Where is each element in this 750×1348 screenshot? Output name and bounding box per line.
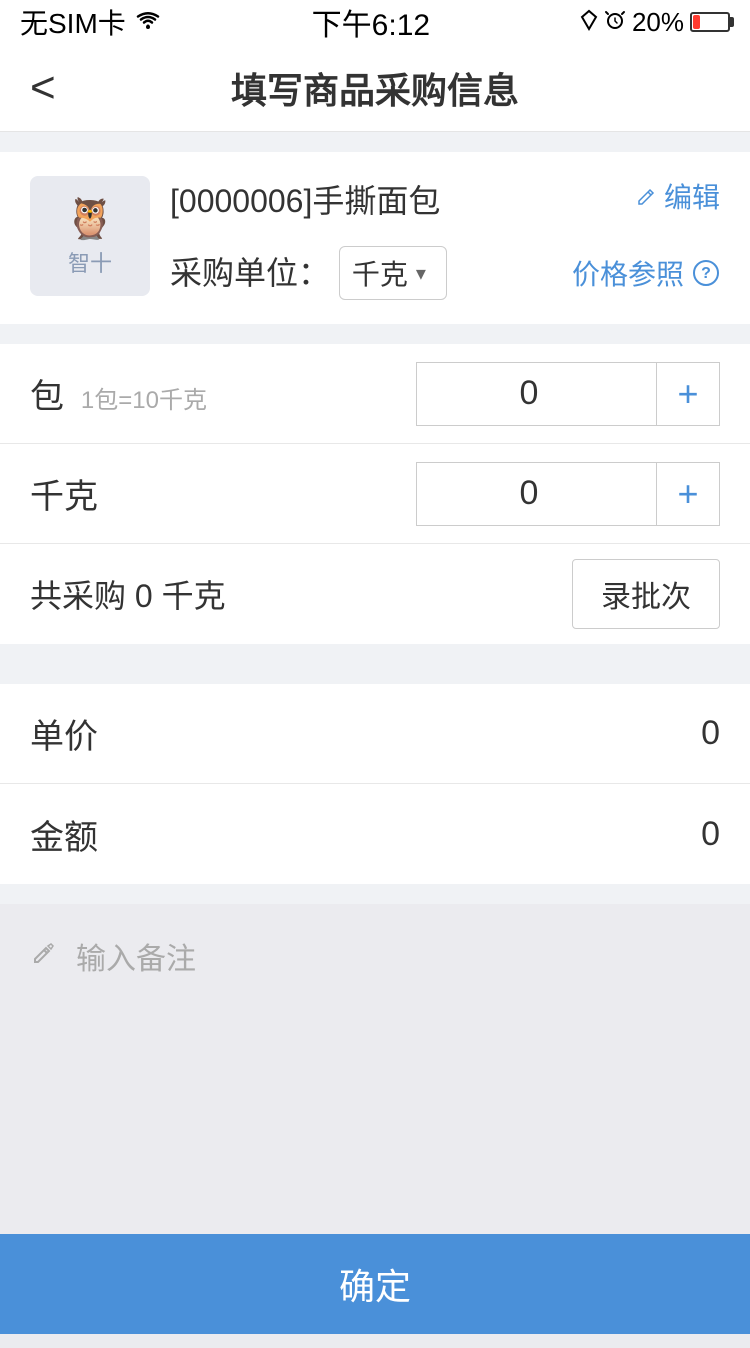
status-time: 下午6:12 xyxy=(312,0,430,44)
section-divider-2 xyxy=(0,644,750,664)
kg-label: 千克 xyxy=(30,478,98,516)
status-right: 20% xyxy=(580,7,730,38)
product-unit-row: 采购单位： 千克 ▾ 价格参照 ? xyxy=(170,246,720,300)
section-divider-1 xyxy=(0,324,750,344)
edit-label: 编辑 xyxy=(664,176,720,216)
product-header: [0000006]手撕面包 编辑 xyxy=(170,176,720,222)
summary-unit: 千克 xyxy=(162,578,226,614)
back-button[interactable]: < xyxy=(30,63,56,113)
price-ref-button[interactable]: 价格参照 ? xyxy=(572,253,720,293)
owl-text: 智十 xyxy=(68,246,112,278)
summary-prefix: 共采购 xyxy=(30,578,126,614)
unit-price-label: 单价 xyxy=(30,709,98,758)
input-section: 包 1包=10千克 + 千克 + xyxy=(0,344,750,544)
product-info: [0000006]手撕面包 编辑 采购单位： 千克 ▾ 价格参照 xyxy=(170,176,720,300)
confirm-bar[interactable]: 确定 xyxy=(0,1234,750,1334)
unit-selector[interactable]: 千克 ▾ xyxy=(339,246,447,300)
bag-input-row: 包 1包=10千克 + xyxy=(0,344,750,444)
battery-percent: 20% xyxy=(632,7,684,38)
kg-plus-icon: + xyxy=(677,473,698,515)
carrier-text: 无SIM卡 xyxy=(20,2,126,42)
bag-label: 包 xyxy=(30,378,64,416)
amount-label: 金额 xyxy=(30,810,98,859)
price-ref-label: 价格参照 xyxy=(572,253,684,293)
confirm-button-label: 确定 xyxy=(339,1258,411,1310)
unit-label-container: 采购单位： 千克 ▾ xyxy=(170,246,447,300)
kg-label-container: 千克 xyxy=(30,469,416,518)
location-icon xyxy=(580,7,598,38)
summary-text: 共采购 0 千克 xyxy=(30,571,226,617)
pencil-icon xyxy=(30,937,60,975)
edit-button[interactable]: 编辑 xyxy=(636,176,720,216)
nav-bar: < 填写商品采购信息 xyxy=(0,44,750,132)
bag-quantity-input[interactable] xyxy=(416,362,656,426)
owl-icon: 🦉 xyxy=(65,195,115,242)
bag-sub-label: 1包=10千克 xyxy=(81,387,207,414)
dropdown-arrow-icon: ▾ xyxy=(416,261,426,286)
product-image: 🦉 智十 xyxy=(30,176,150,296)
bag-input-control: + xyxy=(416,362,720,426)
kg-quantity-input[interactable] xyxy=(416,462,656,526)
amount-row: 金额 0 xyxy=(0,784,750,884)
summary-row: 共采购 0 千克 录批次 xyxy=(0,544,750,644)
wifi-icon xyxy=(134,6,162,38)
bag-plus-button[interactable]: + xyxy=(656,362,720,426)
batch-button[interactable]: 录批次 xyxy=(572,559,720,629)
kg-plus-button[interactable]: + xyxy=(656,462,720,526)
unit-price-row: 单价 0 xyxy=(0,684,750,784)
amount-value: 0 xyxy=(701,815,720,854)
bag-label-container: 包 1包=10千克 xyxy=(30,369,416,418)
svg-text:?: ? xyxy=(701,265,711,282)
product-card: 🦉 智十 [0000006]手撕面包 编辑 采购单位： 千克 ▾ xyxy=(0,152,750,324)
product-name: [0000006]手撕面包 xyxy=(170,176,440,222)
kg-input-row: 千克 + xyxy=(0,444,750,544)
kg-input-control: + xyxy=(416,462,720,526)
unit-label: 采购单位： xyxy=(170,255,330,291)
price-section: 单价 0 金额 0 xyxy=(0,684,750,884)
note-section[interactable]: 输入备注 xyxy=(0,904,750,1008)
battery-icon xyxy=(690,12,730,32)
unit-price-value: 0 xyxy=(701,714,720,753)
unit-value: 千克 xyxy=(352,253,408,293)
status-left: 无SIM卡 xyxy=(20,2,162,42)
page-title: 填写商品采购信息 xyxy=(231,62,519,114)
bag-plus-icon: + xyxy=(677,373,698,415)
alarm-icon xyxy=(604,7,626,38)
status-bar: 无SIM卡 下午6:12 20% xyxy=(0,0,750,44)
summary-amount: 0 xyxy=(135,578,153,614)
note-placeholder: 输入备注 xyxy=(76,934,196,978)
